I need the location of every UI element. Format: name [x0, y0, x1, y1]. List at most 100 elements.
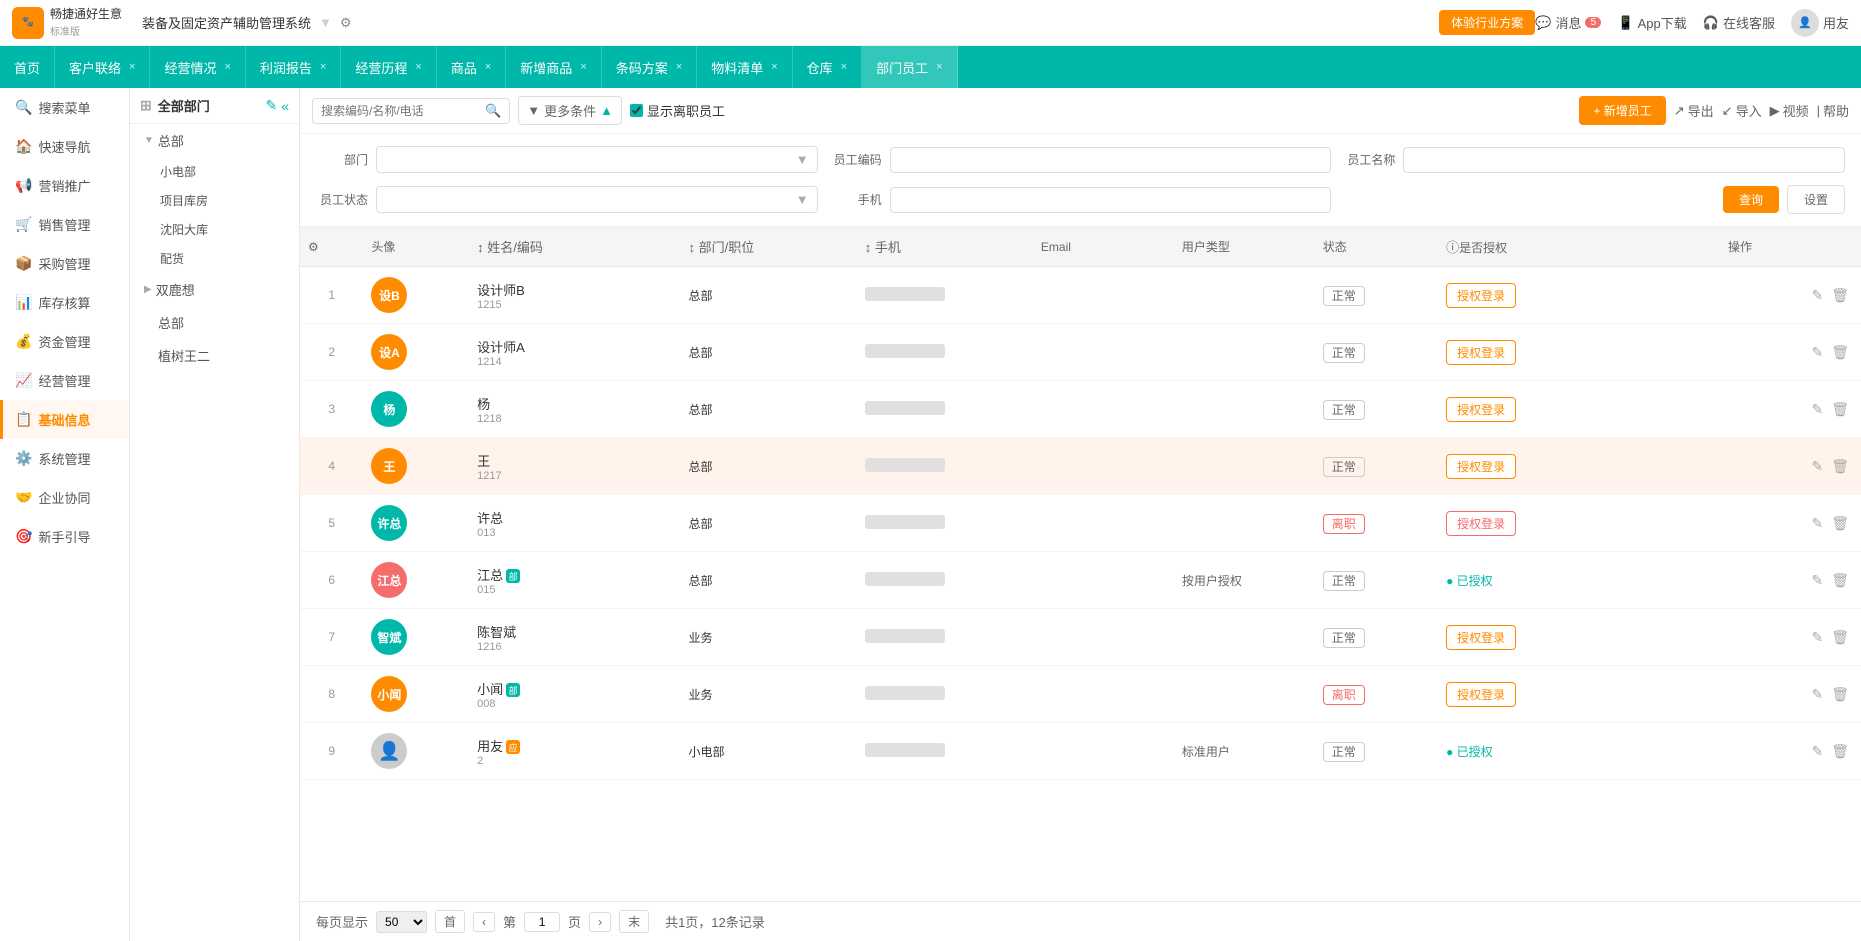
- delete-btn[interactable]: 🗑: [1827, 570, 1853, 591]
- export-btn[interactable]: ↗ 导出: [1674, 101, 1714, 120]
- col-dept[interactable]: ↕ 部门/职位: [681, 227, 857, 267]
- help-btn[interactable]: | 帮助: [1817, 101, 1849, 120]
- tab-close-icon[interactable]: ×: [129, 61, 135, 73]
- col-name[interactable]: ↕ 姓名/编码: [469, 227, 680, 267]
- auth-btn[interactable]: 授权登录: [1446, 454, 1516, 479]
- phone-input[interactable]: [890, 187, 1332, 213]
- tab-home[interactable]: 首页: [0, 46, 55, 88]
- tab-employees[interactable]: 部门员工 ×: [862, 46, 957, 88]
- dept-child-xiaodian[interactable]: 小电部: [130, 157, 299, 186]
- dept-child-peihuo[interactable]: 配货: [130, 244, 299, 273]
- edit-btn[interactable]: ✎: [1807, 684, 1827, 705]
- tab-profit[interactable]: 利润报告 ×: [246, 46, 341, 88]
- edit-btn[interactable]: ✎: [1807, 399, 1827, 420]
- tab-barcode[interactable]: 条码方案 ×: [602, 46, 697, 88]
- tab-close-icon[interactable]: ×: [320, 61, 326, 73]
- edit-btn[interactable]: ✎: [1807, 456, 1827, 477]
- more-filter-btn[interactable]: ▼ 更多条件 ▲: [518, 96, 622, 125]
- auth-btn[interactable]: 授权登录: [1446, 397, 1516, 422]
- auth-btn[interactable]: 授权登录: [1446, 511, 1516, 536]
- edit-btn[interactable]: ✎: [1807, 627, 1827, 648]
- user-area[interactable]: 👤 用友: [1791, 9, 1849, 37]
- col-phone[interactable]: ↕ 手机: [857, 227, 1033, 267]
- dept-item-zongbu[interactable]: ▼ 总部: [130, 124, 299, 157]
- prev-page-btn[interactable]: ‹: [473, 912, 495, 932]
- sidebar-item-quicknav[interactable]: 🏠 快速导航: [0, 127, 129, 166]
- edit-btn[interactable]: ✎: [1807, 741, 1827, 762]
- delete-btn[interactable]: 🗑: [1827, 285, 1853, 306]
- tab-goods[interactable]: 商品 ×: [437, 46, 506, 88]
- tab-close-icon[interactable]: ×: [771, 61, 777, 73]
- first-page-btn[interactable]: 首: [435, 910, 465, 933]
- edit-btn[interactable]: ✎: [1807, 285, 1827, 306]
- col-settings[interactable]: ⚙: [300, 227, 363, 267]
- dept-child-shenyang[interactable]: 沈阳大库: [130, 215, 299, 244]
- emp-code-input[interactable]: [890, 147, 1332, 173]
- message-btn[interactable]: 💬 消息 5: [1535, 13, 1601, 32]
- edit-btn[interactable]: ✎: [1807, 513, 1827, 534]
- tab-operation[interactable]: 经营情况 ×: [150, 46, 245, 88]
- delete-btn[interactable]: 🗑: [1827, 741, 1853, 762]
- tab-warehouse[interactable]: 仓库 ×: [793, 46, 862, 88]
- auth-btn[interactable]: 授权登录: [1446, 625, 1516, 650]
- auth-btn[interactable]: 授权登录: [1446, 283, 1516, 308]
- search-box[interactable]: 🔍: [312, 98, 510, 124]
- tab-close-icon[interactable]: ×: [485, 61, 491, 73]
- dept-collapse-btn[interactable]: «: [281, 97, 289, 114]
- dept-select[interactable]: ▼: [376, 146, 818, 173]
- tab-close-icon[interactable]: ×: [936, 61, 942, 73]
- sidebar-item-basic[interactable]: 📋 基础信息: [0, 400, 129, 439]
- tab-close-icon[interactable]: ×: [580, 61, 586, 73]
- search-input[interactable]: [321, 104, 481, 118]
- tab-close-icon[interactable]: ×: [415, 61, 421, 73]
- settings-icon[interactable]: ⚙: [340, 15, 352, 31]
- trial-button[interactable]: 体验行业方案: [1439, 10, 1535, 35]
- dept-item-shuanglu[interactable]: ▶ 双鹿想: [130, 273, 299, 306]
- sidebar-item-sales[interactable]: 🛒 销售管理: [0, 205, 129, 244]
- edit-btn[interactable]: ✎: [1807, 570, 1827, 591]
- tab-close-icon[interactable]: ×: [224, 61, 230, 73]
- sidebar-item-business[interactable]: 📈 经营管理: [0, 361, 129, 400]
- sidebar-item-purchase[interactable]: 📦 采购管理: [0, 244, 129, 283]
- auth-btn[interactable]: 授权登录: [1446, 340, 1516, 365]
- sidebar-item-search[interactable]: 🔍 搜索菜单: [0, 88, 129, 127]
- sidebar-item-guide[interactable]: 🎯 新手引导: [0, 517, 129, 556]
- reset-btn[interactable]: 设置: [1787, 185, 1845, 214]
- per-page-select[interactable]: 50 100 200: [376, 911, 427, 933]
- import-btn[interactable]: ↙ 导入: [1722, 101, 1762, 120]
- tab-bom[interactable]: 物料清单 ×: [697, 46, 792, 88]
- show-resigned-checkbox[interactable]: 显示离职员工: [630, 101, 725, 120]
- delete-btn[interactable]: 🗑: [1827, 627, 1853, 648]
- tab-close-icon[interactable]: ×: [676, 61, 682, 73]
- online-service-btn[interactable]: 🎧 在线客服: [1703, 13, 1775, 32]
- delete-btn[interactable]: 🗑: [1827, 399, 1853, 420]
- sidebar-item-inventory[interactable]: 📊 库存核算: [0, 283, 129, 322]
- dept-item-zhishu[interactable]: 植树王二: [130, 339, 299, 372]
- page-input[interactable]: [524, 912, 560, 932]
- delete-btn[interactable]: 🗑: [1827, 456, 1853, 477]
- tab-add-goods[interactable]: 新增商品 ×: [506, 46, 601, 88]
- tab-customer[interactable]: 客户联络 ×: [55, 46, 150, 88]
- dept-edit-btn[interactable]: ✎: [265, 97, 277, 114]
- dept-item-zongbu2[interactable]: 总部: [130, 306, 299, 339]
- status-select[interactable]: ▼: [376, 186, 818, 213]
- view-btn[interactable]: ▶ 视频: [1770, 101, 1809, 120]
- dept-child-xiangmu[interactable]: 项目库房: [130, 186, 299, 215]
- sidebar-item-collab[interactable]: 🤝 企业协同: [0, 478, 129, 517]
- sidebar-item-finance[interactable]: 💰 资金管理: [0, 322, 129, 361]
- sidebar-item-system[interactable]: ⚙️ 系统管理: [0, 439, 129, 478]
- tab-history[interactable]: 经营历程 ×: [341, 46, 436, 88]
- auth-btn[interactable]: 授权登录: [1446, 682, 1516, 707]
- edit-btn[interactable]: ✎: [1807, 342, 1827, 363]
- app-download-btn[interactable]: 📱 App下载: [1617, 13, 1686, 32]
- delete-btn[interactable]: 🗑: [1827, 342, 1853, 363]
- add-employee-btn[interactable]: + 新增员工: [1579, 96, 1665, 125]
- delete-btn[interactable]: 🗑: [1827, 513, 1853, 534]
- emp-name-input[interactable]: [1403, 147, 1845, 173]
- query-btn[interactable]: 查询: [1723, 186, 1779, 213]
- last-page-btn[interactable]: 末: [619, 910, 649, 933]
- sidebar-item-marketing[interactable]: 📢 营销推广: [0, 166, 129, 205]
- tab-close-icon[interactable]: ×: [841, 61, 847, 73]
- next-page-btn[interactable]: ›: [589, 912, 611, 932]
- delete-btn[interactable]: 🗑: [1827, 684, 1853, 705]
